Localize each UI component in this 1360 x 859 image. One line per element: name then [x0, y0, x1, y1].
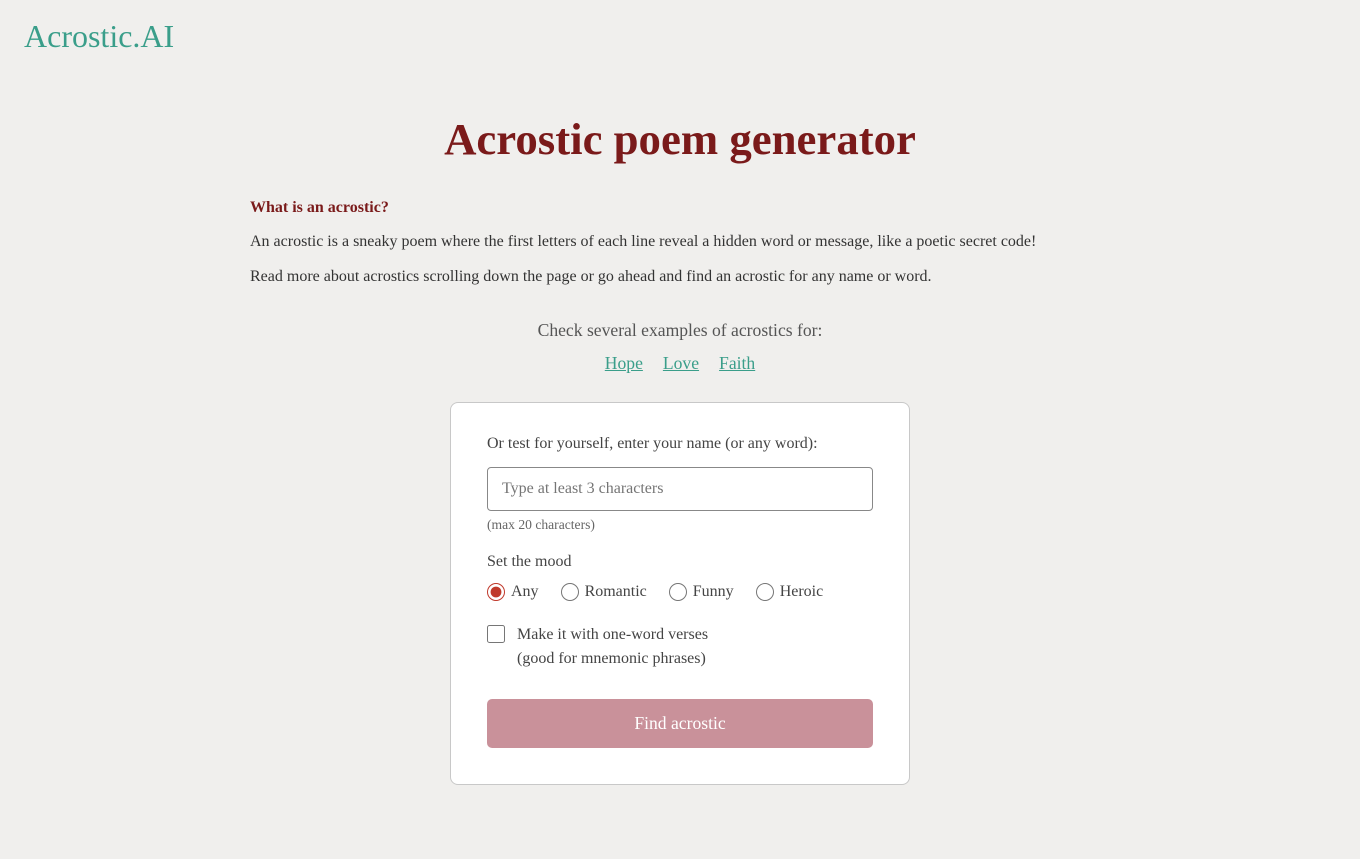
mood-label-funny: Funny [693, 583, 734, 601]
site-header: Acrostic.AI [0, 0, 1360, 73]
what-is-acrostic-label: What is an acrostic? [250, 195, 1110, 221]
examples-links: Hope Love Faith [250, 353, 1110, 374]
example-link-love[interactable]: Love [663, 353, 699, 374]
mood-option-funny[interactable]: Funny [669, 583, 734, 601]
form-card: Or test for yourself, enter your name (o… [450, 402, 910, 785]
mood-label-any: Any [511, 583, 539, 601]
mood-options: Any Romantic Funny Heroic [487, 583, 873, 601]
example-link-faith[interactable]: Faith [719, 353, 755, 374]
mood-option-romantic[interactable]: Romantic [561, 583, 647, 601]
one-word-verses-row: Make it with one-word verses (good for m… [487, 623, 873, 671]
word-input[interactable] [487, 467, 873, 511]
examples-prompt: Check several examples of acrostics for: [250, 320, 1110, 341]
example-link-hope[interactable]: Hope [605, 353, 643, 374]
mood-radio-romantic[interactable] [561, 583, 579, 601]
one-word-label-line1: Make it with one-word verses [517, 626, 708, 643]
mood-label: Set the mood [487, 553, 873, 571]
mood-radio-heroic[interactable] [756, 583, 774, 601]
intro-description: An acrostic is a sneaky poem where the f… [250, 229, 1110, 255]
mood-option-any[interactable]: Any [487, 583, 539, 601]
mood-radio-any[interactable] [487, 583, 505, 601]
one-word-checkbox[interactable] [487, 625, 505, 643]
examples-section: Check several examples of acrostics for:… [250, 320, 1110, 374]
mood-label-heroic: Heroic [780, 583, 824, 601]
mood-label-romantic: Romantic [585, 583, 647, 601]
site-logo[interactable]: Acrostic.AI [24, 18, 174, 54]
max-chars-note: (max 20 characters) [487, 517, 873, 533]
one-word-label-line2: (good for mnemonic phrases) [517, 650, 706, 667]
mood-option-heroic[interactable]: Heroic [756, 583, 824, 601]
mood-radio-funny[interactable] [669, 583, 687, 601]
one-word-label: Make it with one-word verses (good for m… [517, 623, 708, 671]
intro-read-more: Read more about acrostics scrolling down… [250, 264, 1110, 290]
find-acrostic-button[interactable]: Find acrostic [487, 699, 873, 748]
intro-section: What is an acrostic? An acrostic is a sn… [250, 195, 1110, 290]
page-title: Acrostic poem generator [250, 113, 1110, 165]
main-content: Acrostic poem generator What is an acros… [230, 73, 1130, 845]
form-prompt: Or test for yourself, enter your name (o… [487, 435, 873, 453]
